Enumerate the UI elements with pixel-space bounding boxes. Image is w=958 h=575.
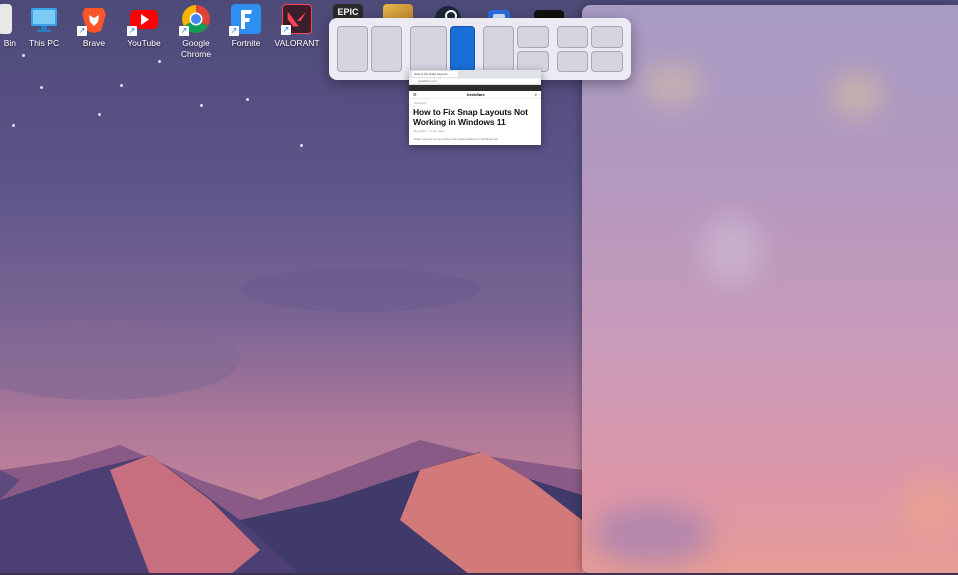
desktop-icon-label: Brave (82, 38, 106, 48)
browser-tab[interactable]: How to Fix Snap Layouts... (412, 71, 458, 77)
snap-zone-left[interactable] (483, 26, 514, 72)
desktop-icon-brave[interactable]: ↗ Brave (68, 4, 120, 49)
desktop-icon-youtube[interactable]: ↗ YouTube (118, 4, 170, 49)
chrome-icon: ↗ (179, 4, 211, 36)
snap-zone-bottom-left[interactable] (557, 50, 588, 72)
snap-zone-bottom-right[interactable] (591, 50, 623, 72)
desktop-icon-valorant[interactable]: ↗ VALORANT (271, 4, 323, 49)
shortcut-arrow-icon: ↗ (127, 26, 137, 36)
recycle-bin-icon (0, 4, 12, 34)
layout-quadrants[interactable] (557, 26, 623, 72)
snapped-window-preview[interactable] (582, 5, 958, 573)
snap-zone-left[interactable] (337, 26, 368, 72)
url-field[interactable]: geekflare.com (412, 79, 538, 83)
layout-halves[interactable] (337, 26, 402, 72)
site-header: ☰ Geekflare ⌕ (409, 91, 541, 99)
youtube-play-icon: ↗ (127, 4, 159, 36)
valorant-icon: ↗ (281, 4, 312, 35)
desktop-icon-this-pc[interactable]: This PC (18, 4, 70, 49)
article-body: Snap Layouts is one of the most useful f… (414, 137, 500, 141)
shortcut-arrow-icon: ↗ (229, 26, 239, 36)
snap-zone-top-left[interactable] (557, 26, 588, 48)
desktop-icon-label: Google Chrome (180, 38, 212, 59)
shortcut-arrow-icon: ↗ (77, 26, 87, 36)
browser-window-thumbnail[interactable]: How to Fix Snap Layouts... geekflare.com… (409, 70, 541, 145)
desktop-icon-label: This PC (28, 38, 60, 48)
browser-tab-bar: How to Fix Snap Layouts... (409, 70, 541, 78)
snap-zone-right[interactable] (371, 26, 402, 72)
layout-two-thirds[interactable] (410, 26, 475, 72)
snap-zone-top-right[interactable] (591, 26, 623, 48)
desktop-icon-google-chrome[interactable]: ↗ Google Chrome (170, 4, 222, 60)
snap-zone-bottom-right[interactable] (517, 50, 549, 72)
desktop-icon-fortnite[interactable]: ↗ Fortnite (220, 4, 272, 49)
shortcut-arrow-icon: ↗ (281, 25, 291, 35)
brave-lion-icon: ↗ (77, 4, 109, 36)
snap-zone-left[interactable] (410, 26, 447, 72)
fortnite-f-icon: ↗ (229, 4, 261, 36)
snap-zone-top-right[interactable] (517, 26, 549, 48)
snap-zone-right-active[interactable] (450, 26, 475, 72)
article-meta: By Author · 5 min read (414, 129, 444, 133)
desktop-icon-label: YouTube (127, 38, 161, 48)
menu-icon: ☰ (413, 92, 417, 97)
search-icon: ⌕ (534, 92, 537, 97)
address-bar: geekflare.com (409, 78, 541, 85)
site-name: Geekflare (466, 92, 485, 97)
monitor-icon (29, 4, 59, 34)
desktop-icon-label: Fortnite (231, 38, 261, 48)
article-headline: How to Fix Snap Layouts Not Working in W… (413, 107, 528, 127)
layout-main-two-stack[interactable] (483, 26, 549, 72)
shortcut-arrow-icon: ↗ (179, 26, 189, 36)
desktop-icon-label: VALORANT (274, 38, 320, 48)
